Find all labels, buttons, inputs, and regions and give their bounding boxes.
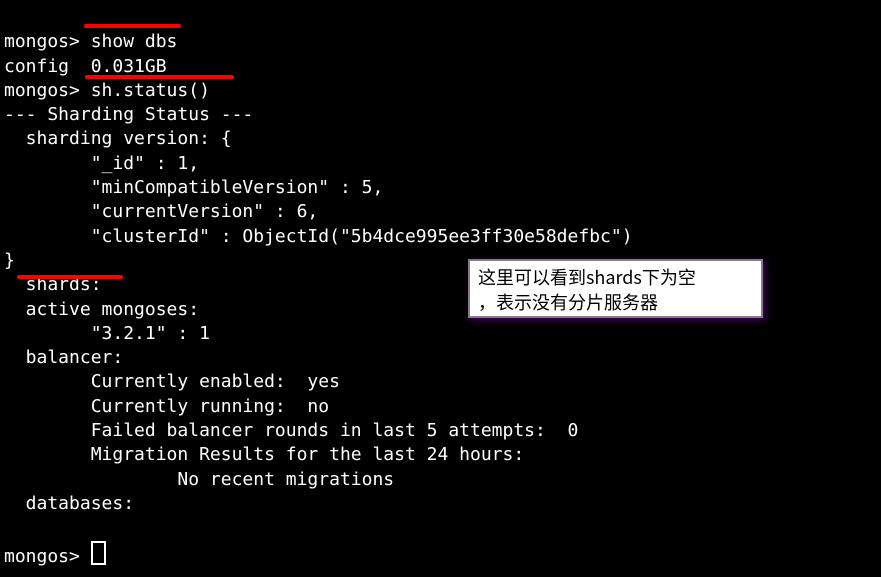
out-min-compat: "minCompatibleVersion" : 5, <box>4 177 383 198</box>
annotation-line2: ，表示没有分片服务器 <box>478 290 753 315</box>
out-mongos-version: "3.2.1" : 1 <box>4 323 210 344</box>
annotation-box: 这里可以看到shards下为空 ，表示没有分片服务器 <box>468 259 763 318</box>
prompt: mongos> <box>4 80 91 101</box>
out-close-brace: } <box>4 250 15 271</box>
out-id: "_id" : 1, <box>4 153 199 174</box>
underline-shards <box>17 275 123 279</box>
out-config-line: config 0.031GB <box>4 56 167 77</box>
cmd-sh-status: sh.status() <box>91 80 210 101</box>
terminal[interactable]: mongos> show dbs config 0.031GB mongos> … <box>0 0 881 577</box>
out-balancer-enabled: Currently enabled: yes <box>4 371 340 392</box>
out-cluster-id: "clusterId" : ObjectId("5b4dce995ee3ff30… <box>4 226 633 247</box>
prompt: mongos> <box>4 546 91 567</box>
out-version-open: sharding version: { <box>4 128 232 149</box>
out-active-mongoses: active mongoses: <box>4 299 199 320</box>
out-balancer: balancer: <box>4 347 123 368</box>
out-databases: databases: <box>4 493 134 514</box>
out-balancer-running: Currently running: no <box>4 396 329 417</box>
out-failed-rounds: Failed balancer rounds in last 5 attempt… <box>4 420 578 441</box>
underline-sh-status <box>85 75 234 79</box>
annotation-line1: 这里可以看到shards下为空 <box>478 265 753 290</box>
out-shard-status-header: --- Sharding Status --- <box>4 104 253 125</box>
out-migration-header: Migration Results for the last 24 hours: <box>4 444 524 465</box>
prompt: mongos> <box>4 31 91 52</box>
cmd-show-dbs: show dbs <box>91 31 178 52</box>
out-no-migrations: No recent migrations <box>4 469 394 490</box>
cursor <box>91 541 106 565</box>
underline-show-dbs <box>84 24 181 28</box>
out-cur-version: "currentVersion" : 6, <box>4 201 318 222</box>
